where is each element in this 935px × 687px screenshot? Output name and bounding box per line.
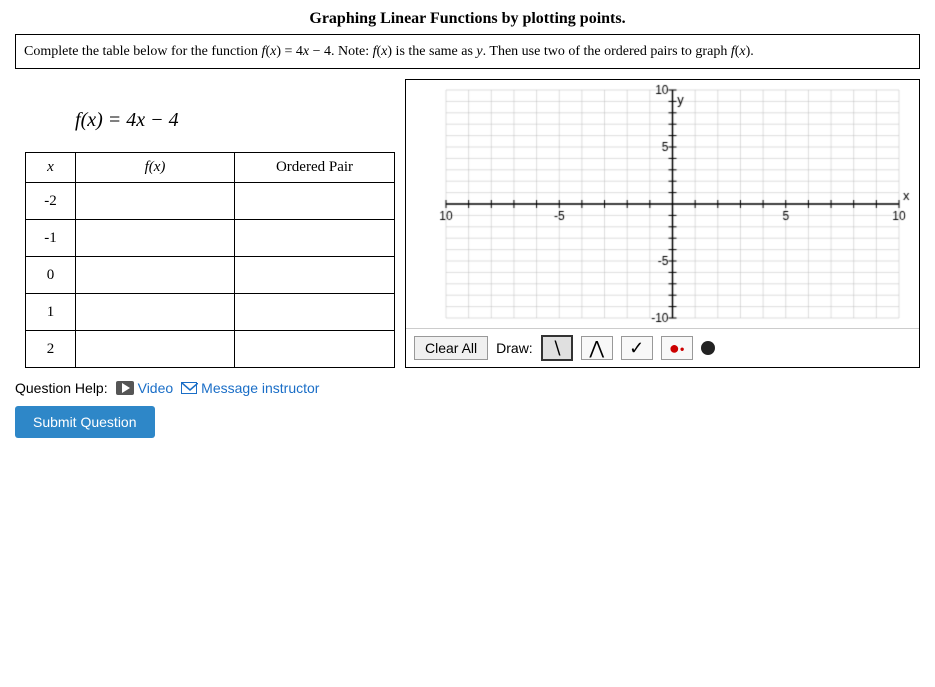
- col-ordered-pair-header: Ordered Pair: [235, 153, 394, 182]
- submit-question-button[interactable]: Submit Question: [15, 406, 155, 438]
- main-content: f(x) = 4x − 4 x f(x) Ordered Pair -2 -1: [15, 79, 920, 368]
- x-value-3: 0: [26, 257, 76, 293]
- table-header: x f(x) Ordered Pair: [26, 153, 394, 183]
- ordered-pair-input-5[interactable]: [235, 331, 394, 367]
- question-help-label: Question Help:: [15, 380, 108, 396]
- draw-label: Draw:: [496, 340, 533, 356]
- x-value-1: -2: [26, 183, 76, 219]
- page-title: Graphing Linear Functions by plotting po…: [15, 10, 920, 28]
- col-fx-header: f(x): [76, 153, 235, 182]
- table-row: 1: [26, 294, 394, 331]
- video-icon: [116, 381, 134, 395]
- v-shape-tool-button[interactable]: ⋀: [581, 336, 613, 360]
- input-table: x f(x) Ordered Pair -2 -1 0: [25, 152, 395, 368]
- fx-input-3[interactable]: [76, 257, 235, 293]
- fx-input-4[interactable]: [76, 294, 235, 330]
- line-tool-button[interactable]: ∖: [541, 335, 573, 361]
- fx-input-2[interactable]: [76, 220, 235, 256]
- fx-input-5[interactable]: [76, 331, 235, 367]
- message-instructor-link[interactable]: Message instructor: [181, 380, 319, 396]
- clear-all-button[interactable]: Clear All: [414, 336, 488, 360]
- video-label: Video: [138, 380, 174, 396]
- instructions-box: Complete the table below for the functio…: [15, 34, 920, 69]
- table-row: 0: [26, 257, 394, 294]
- question-help: Question Help: Video Message instructor: [15, 380, 920, 396]
- table-row: -1: [26, 220, 394, 257]
- left-panel: f(x) = 4x − 4 x f(x) Ordered Pair -2 -1: [15, 79, 405, 368]
- function-label: f(x) = 4x − 4: [15, 109, 179, 132]
- ordered-pair-input-2[interactable]: [235, 220, 394, 256]
- message-instructor-label: Message instructor: [201, 380, 319, 396]
- circle-tool-button[interactable]: ●●: [661, 336, 693, 360]
- x-value-5: 2: [26, 331, 76, 367]
- graph-canvas[interactable]: [406, 80, 919, 328]
- ordered-pair-input-4[interactable]: [235, 294, 394, 330]
- x-value-4: 1: [26, 294, 76, 330]
- graph-area[interactable]: [406, 80, 919, 328]
- table-row: 2: [26, 331, 394, 367]
- video-link[interactable]: Video: [116, 380, 174, 396]
- ordered-pair-input-3[interactable]: [235, 257, 394, 293]
- right-panel: Clear All Draw: ∖ ⋀ ✓ ●●: [405, 79, 920, 368]
- checkmark-tool-button[interactable]: ✓: [621, 336, 653, 360]
- graph-controls: Clear All Draw: ∖ ⋀ ✓ ●●: [406, 328, 919, 367]
- table-row: -2: [26, 183, 394, 220]
- fx-input-1[interactable]: [76, 183, 235, 219]
- ordered-pair-input-1[interactable]: [235, 183, 394, 219]
- col-x-header: x: [26, 153, 76, 182]
- dot-tool-button[interactable]: [701, 341, 715, 355]
- x-value-2: -1: [26, 220, 76, 256]
- mail-icon: [181, 382, 197, 394]
